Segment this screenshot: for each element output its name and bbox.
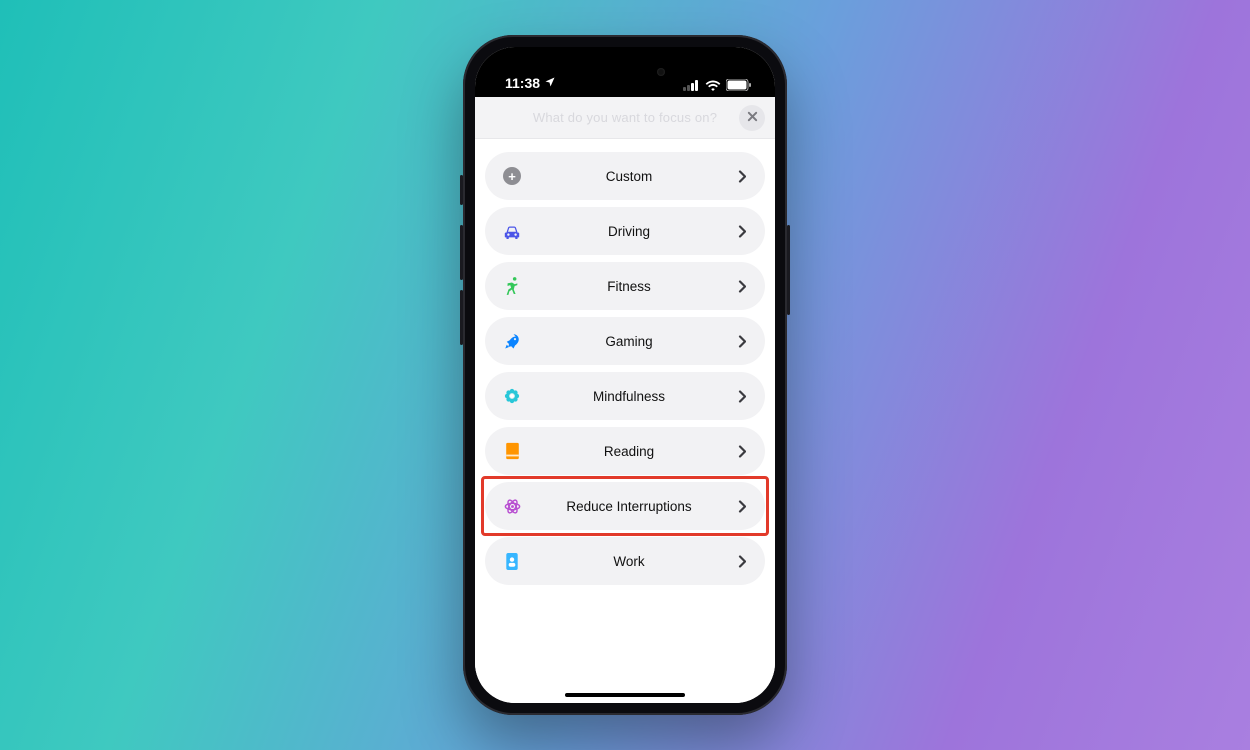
sheet-header: What do you want to focus on? [475,97,775,139]
focus-list: + Custom Driving [475,139,775,703]
book-icon [499,442,525,460]
focus-item-label: Custom [525,169,733,184]
volume-up-button[interactable] [460,225,463,280]
chevron-right-icon [733,170,751,183]
mute-switch[interactable] [460,175,463,205]
chevron-right-icon [733,280,751,293]
focus-item-custom[interactable]: + Custom [485,152,765,200]
chevron-right-icon [733,225,751,238]
cellular-signal-icon [683,80,700,91]
atom-icon [499,497,525,516]
chevron-right-icon [733,390,751,403]
runner-icon [499,276,525,296]
chevron-right-icon [733,555,751,568]
close-button[interactable] [739,105,765,131]
dynamic-island [573,57,677,87]
home-indicator[interactable] [565,693,685,697]
focus-item-reduce-interruptions[interactable]: Reduce Interruptions [485,482,765,530]
focus-item-label: Fitness [525,279,733,294]
plus-circle-icon: + [499,167,525,185]
focus-item-gaming[interactable]: Gaming [485,317,765,365]
screen: 11:38 [475,47,775,703]
focus-item-label: Gaming [525,334,733,349]
rocket-icon [499,332,525,350]
location-arrow-icon [544,75,556,91]
volume-down-button[interactable] [460,290,463,345]
wifi-icon [705,80,721,91]
battery-icon [726,79,751,91]
phone-frame: 11:38 [463,35,787,715]
focus-item-label: Reading [525,444,733,459]
chevron-right-icon [733,500,751,513]
sheet-title: What do you want to focus on? [533,110,717,125]
car-icon [499,223,525,239]
status-time: 11:38 [505,75,540,91]
focus-item-reading[interactable]: Reading [485,427,765,475]
focus-item-label: Mindfulness [525,389,733,404]
focus-item-mindfulness[interactable]: Mindfulness [485,372,765,420]
focus-item-label: Driving [525,224,733,239]
focus-item-label: Reduce Interruptions [525,499,733,514]
chevron-right-icon [733,335,751,348]
chevron-right-icon [733,445,751,458]
focus-item-driving[interactable]: Driving [485,207,765,255]
power-button[interactable] [787,225,790,315]
flower-icon [499,387,525,405]
badge-icon [499,552,525,571]
focus-item-label: Work [525,554,733,569]
focus-item-fitness[interactable]: Fitness [485,262,765,310]
focus-item-work[interactable]: Work [485,537,765,585]
close-icon [747,109,758,127]
